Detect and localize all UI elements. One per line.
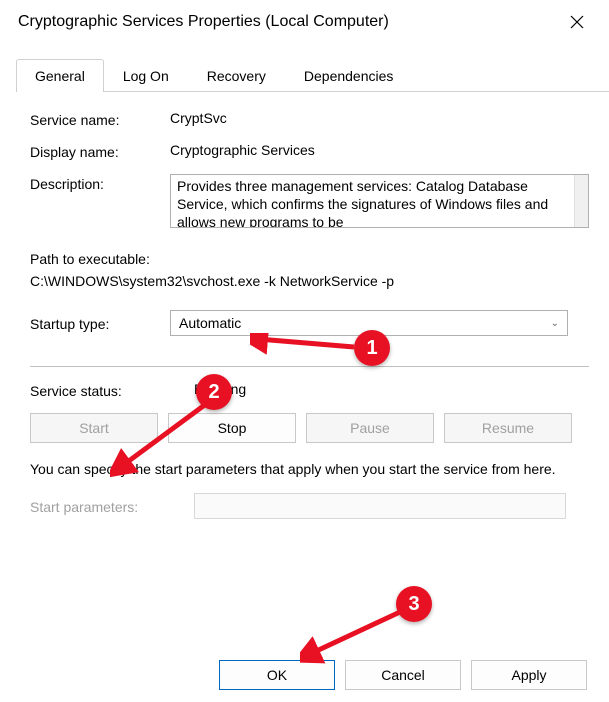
label-service-name: Service name:	[30, 110, 170, 128]
dialog-footer: OK Cancel Apply	[219, 660, 587, 690]
label-startup-type: Startup type:	[30, 314, 170, 332]
start-button: Start	[30, 413, 158, 443]
scrollbar[interactable]	[574, 175, 588, 227]
tab-logon[interactable]: Log On	[104, 59, 188, 92]
tab-general[interactable]: General	[16, 59, 104, 92]
annotation-bubble-3: 3	[396, 586, 432, 622]
stop-button[interactable]: Stop	[168, 413, 296, 443]
window-title: Cryptographic Services Properties (Local…	[18, 13, 389, 31]
close-icon[interactable]	[557, 7, 597, 37]
label-service-status: Service status:	[30, 381, 194, 399]
apply-button[interactable]: Apply	[471, 660, 587, 690]
annotation-arrow-3	[300, 608, 410, 664]
cancel-button[interactable]: Cancel	[345, 660, 461, 690]
tab-dependencies[interactable]: Dependencies	[285, 59, 413, 92]
label-start-parameters: Start parameters:	[30, 497, 194, 515]
label-description: Description:	[30, 174, 170, 192]
label-path: Path to executable:	[30, 248, 589, 270]
pause-button: Pause	[306, 413, 434, 443]
description-textbox[interactable]: Provides three management services: Cata…	[170, 174, 589, 228]
value-path: C:\WINDOWS\system32\svchost.exe -k Netwo…	[30, 270, 589, 292]
value-service-name: CryptSvc	[170, 110, 589, 126]
chevron-down-icon: ⌄	[551, 318, 559, 329]
title-bar: Cryptographic Services Properties (Local…	[0, 0, 609, 44]
annotation-bubble-1: 1	[354, 330, 390, 366]
start-parameters-input	[194, 493, 566, 519]
tab-strip: General Log On Recovery Dependencies	[16, 58, 609, 92]
value-display-name: Cryptographic Services	[170, 142, 589, 158]
tab-content: Service name: CryptSvc Display name: Cry…	[0, 92, 609, 519]
tab-recovery[interactable]: Recovery	[188, 59, 285, 92]
label-display-name: Display name:	[30, 142, 170, 160]
separator	[30, 366, 589, 367]
startup-type-value: Automatic	[179, 315, 241, 331]
ok-button[interactable]: OK	[219, 660, 335, 690]
resume-button: Resume	[444, 413, 572, 443]
annotation-bubble-2: 2	[196, 374, 232, 410]
description-text: Provides three management services: Cata…	[177, 178, 548, 228]
parameters-note: You can specify the start parameters tha…	[30, 459, 589, 479]
